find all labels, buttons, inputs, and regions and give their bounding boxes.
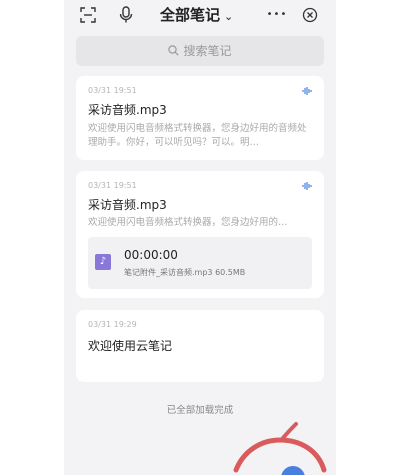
- attachment-size: 60.5MB: [215, 268, 246, 277]
- music-file-icon: ♪: [95, 254, 111, 270]
- all-loaded-text: 已全部加载完成: [166, 405, 234, 416]
- audio-attachment[interactable]: ♪ 00:00:00 笔记附件_采访音频.mp3 60.5MB: [88, 237, 312, 289]
- attachment-label: 笔记附件_采访音频.mp3: [124, 268, 213, 277]
- note-date: 03/31 19:51: [88, 86, 137, 95]
- attachment-meta: 笔记附件_采访音频.mp3 60.5MB: [124, 267, 245, 278]
- scan-icon[interactable]: [78, 5, 98, 25]
- note-preview: 欢迎使用闪电音频格式转换器，您身边好用的…: [88, 217, 288, 228]
- chevron-down-icon: ⌄: [224, 10, 234, 23]
- audio-wave-icon: [302, 86, 312, 99]
- note-title: 欢迎使用云笔记: [88, 339, 173, 353]
- note-card[interactable]: 03/31 19:29 欢迎使用云笔记: [76, 310, 324, 382]
- search-icon: [168, 37, 180, 67]
- top-bar: 全部笔记 ⌄ •••: [64, 0, 336, 30]
- microphone-icon[interactable]: [116, 5, 136, 25]
- note-preview: 欢迎使用闪电音频格式转换器，您身边好用的音频处理助手。你好，可以听见吗？可以。明…: [88, 123, 307, 148]
- notebook-selector[interactable]: 全部笔记 ⌄: [160, 4, 233, 25]
- page-title: 全部笔记: [160, 6, 221, 24]
- note-date: 03/31 19:29: [88, 320, 137, 329]
- audio-wave-icon: [302, 181, 312, 194]
- notes-app: 全部笔记 ⌄ ••• 搜索笔记 03/31 19:51 采访音频.mp3 欢迎使用…: [64, 0, 336, 475]
- attachment-duration: 00:00:00: [124, 248, 178, 262]
- note-title: 采访音频.mp3: [88, 103, 167, 117]
- search-placeholder: 搜索笔记: [183, 44, 232, 58]
- note-card[interactable]: 03/31 19:51 采访音频.mp3 欢迎使用闪电音频格式转换器，您身边好用…: [76, 171, 324, 298]
- more-icon[interactable]: •••: [264, 5, 290, 25]
- search-bar[interactable]: 搜索笔记: [76, 36, 324, 66]
- note-title: 采访音频.mp3: [88, 198, 167, 212]
- close-icon[interactable]: [300, 5, 320, 25]
- note-date: 03/31 19:51: [88, 181, 137, 190]
- note-card[interactable]: 03/31 19:51 采访音频.mp3 欢迎使用闪电音频格式转换器，您身边好用…: [76, 76, 324, 160]
